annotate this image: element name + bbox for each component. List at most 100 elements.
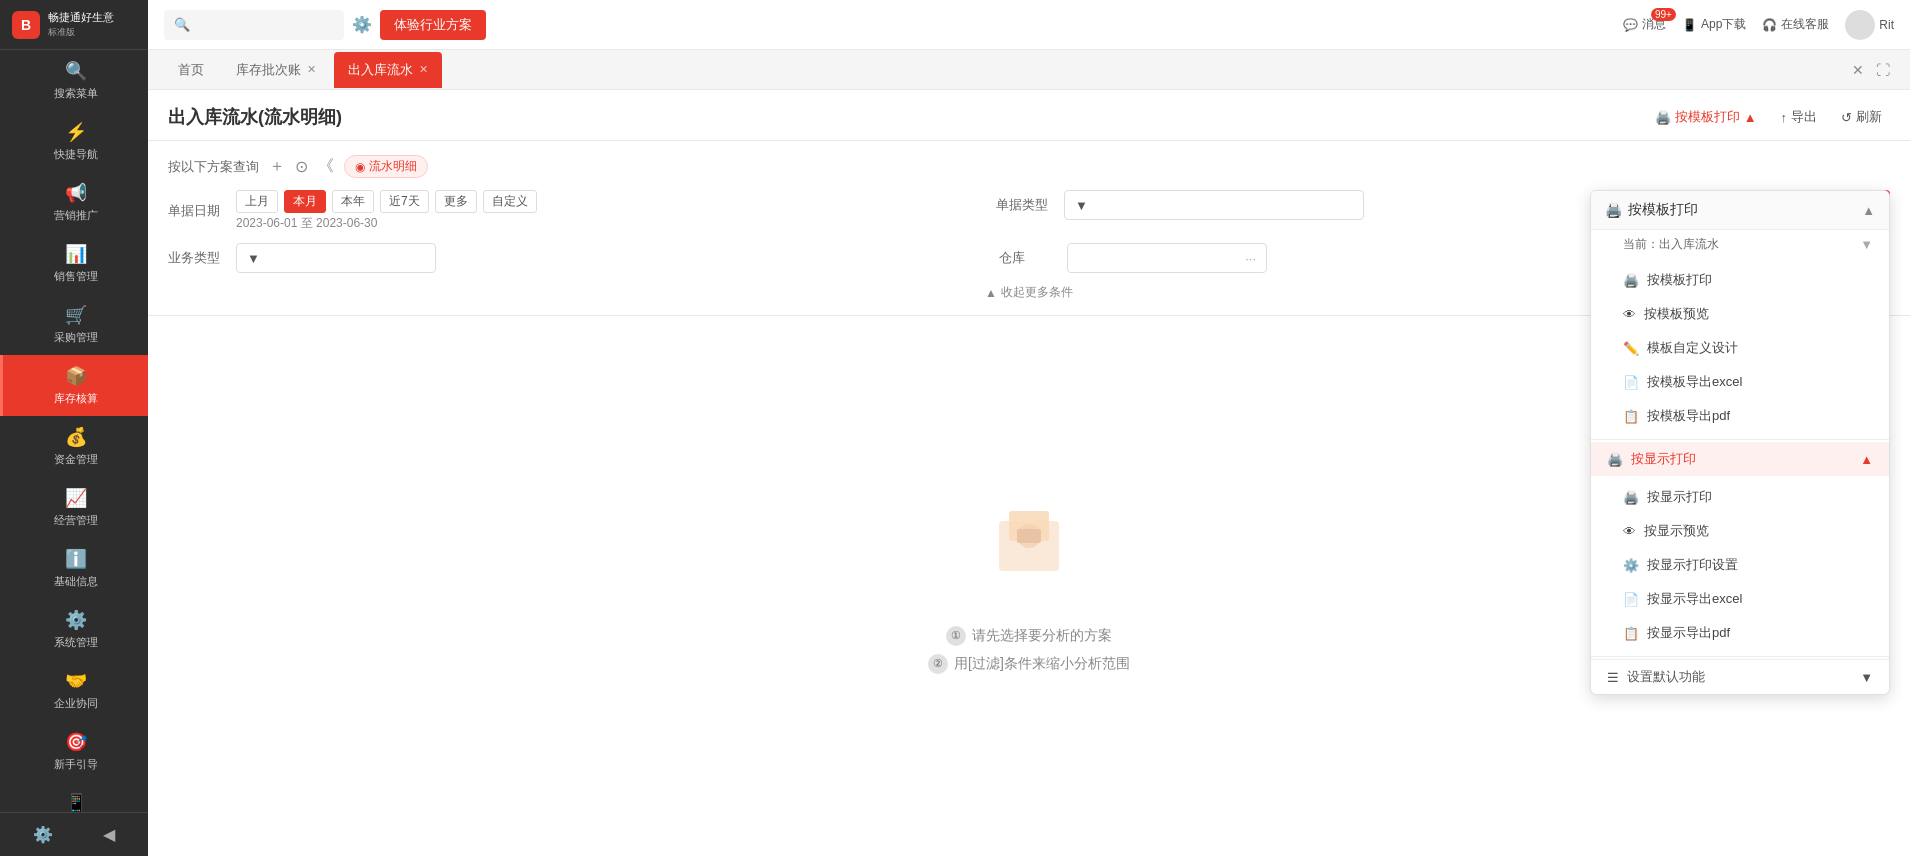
date-btn-7days[interactable]: 近7天 [380, 190, 429, 213]
app-download-item[interactable]: 📱 App下载 [1682, 16, 1746, 33]
dropdown-default-func[interactable]: ☰ 设置默认功能 ▼ [1591, 659, 1889, 694]
date-btn-custom[interactable]: 自定义 [483, 190, 537, 213]
biz-select[interactable]: ▼ [236, 243, 436, 273]
display-section-header[interactable]: 🖨️ 按显示打印 ▲ [1591, 442, 1889, 476]
sidebar-item-guide[interactable]: 🎯 新手引导 [0, 721, 148, 782]
filter-gear-button[interactable]: ⊙ [295, 157, 308, 176]
export-icon: ↑ [1781, 110, 1788, 125]
page-header-right: 🖨️ 按模板打印 ▲ ↑ 导出 ↺ 刷新 [1647, 104, 1890, 130]
tip-num-2: ② [928, 654, 948, 674]
tab-flow-close[interactable]: ✕ [419, 63, 428, 76]
display-section-icon: 🖨️ [1607, 452, 1623, 467]
sidebar-item-marketing[interactable]: 📢 营销推广 [0, 172, 148, 233]
export-button[interactable]: ↑ 导出 [1773, 104, 1826, 130]
display-pdf-item[interactable]: 📋 按显示导出pdf [1591, 616, 1889, 650]
sidebar-item-inventory[interactable]: 📦 库存核算 [0, 355, 148, 416]
collapse-sidebar-icon[interactable]: ◀ [103, 825, 115, 844]
sidebar-bottom: ⚙️ ◀ [0, 812, 148, 856]
sidebar-item-collab[interactable]: 🤝 企业协同 [0, 660, 148, 721]
collapse-label: 收起更多条件 [1001, 284, 1073, 301]
user-avatar-item[interactable]: Rit [1845, 10, 1894, 40]
sidebar-item-finance[interactable]: 💰 资金管理 [0, 416, 148, 477]
sidebar-scroll: 🔍 搜索菜单 ⚡ 快捷导航 📢 营销推广 📊 销售管理 🛒 采购管理 📦 库存核… [0, 50, 148, 812]
online-service-item[interactable]: 🎧 在线客服 [1762, 16, 1829, 33]
warehouse-label: 仓库 [999, 249, 1059, 267]
sidebar-item-sales[interactable]: 📊 销售管理 [0, 233, 148, 294]
finance-icon: 💰 [65, 426, 87, 448]
template-preview-icon: 👁 [1623, 307, 1636, 322]
main-area: 🔍 ⚙️ 体验行业方案 💬 消息 99+ 📱 App下载 🎧 在线客服 [148, 0, 1910, 856]
collapse-more-button[interactable]: ▲ 收起更多条件 [985, 284, 1073, 301]
sidebar-item-search[interactable]: 🔍 搜索菜单 [0, 50, 148, 111]
display-preview-item[interactable]: 👁 按显示预览 [1591, 514, 1889, 548]
tab-expand-button[interactable]: ⛶ [1872, 58, 1894, 82]
template-pdf-item[interactable]: 📋 按模板导出pdf [1591, 399, 1889, 433]
template-print-item[interactable]: 🖨️ 按模板打印 [1591, 263, 1889, 297]
sidebar-label-collab: 企业协同 [54, 696, 98, 711]
template-excel-item[interactable]: 📄 按模板导出excel [1591, 365, 1889, 399]
refresh-icon: ↺ [1841, 110, 1852, 125]
refresh-button[interactable]: ↺ 刷新 [1833, 104, 1890, 130]
sidebar-item-app-center[interactable]: 📱 应用中心 [0, 782, 148, 812]
settings-gear-icon[interactable]: ⚙️ [352, 15, 372, 34]
sidebar-label-operations: 经营管理 [54, 513, 98, 528]
search-input[interactable] [196, 18, 326, 32]
tab-batch-close[interactable]: ✕ [307, 63, 316, 76]
display-print-item[interactable]: 🖨️ 按显示打印 [1591, 480, 1889, 514]
sidebar-item-operations[interactable]: 📈 经营管理 [0, 477, 148, 538]
settings-bottom-icon[interactable]: ⚙️ [33, 825, 53, 844]
biz-label: 业务类型 [168, 249, 228, 267]
filter-header: 按以下方案查询 ＋ ⊙ 《 ◉ 流水明细 [168, 155, 1890, 178]
dropdown-section-2: 🖨️ 按显示打印 👁 按显示预览 ⚙️ 按显示打印设置 📄 按显示导出excel… [1591, 476, 1889, 654]
filter-add-button[interactable]: ＋ [269, 156, 285, 177]
tabbar: 首页 库存批次账 ✕ 出入库流水 ✕ ✕ ⛶ [148, 50, 1910, 90]
app-download-icon: 📱 [1682, 18, 1697, 32]
flow-detail-icon: ◉ [355, 160, 365, 174]
template-pdf-icon: 📋 [1623, 409, 1639, 424]
sidebar-item-system[interactable]: ⚙️ 系统管理 [0, 599, 148, 660]
template-preview-item[interactable]: 👁 按模板预览 [1591, 297, 1889, 331]
filter-collapse-button[interactable]: 《 [318, 156, 334, 177]
type-select[interactable]: ▼ [1064, 190, 1364, 220]
date-btn-this-year[interactable]: 本年 [332, 190, 374, 213]
tab-batch[interactable]: 库存批次账 ✕ [222, 52, 330, 88]
sidebar-label-search: 搜索菜单 [54, 86, 98, 101]
display-print-icon: 🖨️ [1623, 490, 1639, 505]
flow-detail-tag[interactable]: ◉ 流水明细 [344, 155, 428, 178]
topbar-left: 🔍 ⚙️ 体验行业方案 [164, 10, 486, 40]
template-custom-label: 模板自定义设计 [1647, 339, 1738, 357]
date-btn-prev-month[interactable]: 上月 [236, 190, 278, 213]
marketing-icon: 📢 [65, 182, 87, 204]
display-settings-item[interactable]: ⚙️ 按显示打印设置 [1591, 548, 1889, 582]
default-func-arrow: ▼ [1860, 670, 1873, 685]
sidebar-item-basic-info[interactable]: ℹ️ 基础信息 [0, 538, 148, 599]
tab-close-all-button[interactable]: ✕ [1848, 58, 1868, 82]
headset-icon: 🎧 [1762, 18, 1777, 32]
sidebar-logo: B 畅捷通好生意 标准版 [0, 0, 148, 50]
filter-biz-item: 业务类型 ▼ [168, 243, 979, 273]
search-icon: 🔍 [65, 60, 87, 82]
dropdown-close-icon[interactable]: ▲ [1862, 203, 1875, 218]
tab-home[interactable]: 首页 [164, 52, 218, 88]
tab-flow[interactable]: 出入库流水 ✕ [334, 52, 442, 88]
trial-button[interactable]: 体验行业方案 [380, 10, 486, 40]
display-excel-item[interactable]: 📄 按显示导出excel [1591, 582, 1889, 616]
display-preview-label: 按显示预览 [1644, 522, 1709, 540]
date-label: 单据日期 [168, 202, 228, 220]
sidebar-item-purchase[interactable]: 🛒 采购管理 [0, 294, 148, 355]
template-print-icon: 🖨️ [1623, 273, 1639, 288]
date-btn-this-month[interactable]: 本月 [284, 190, 326, 213]
template-custom-icon: ✏️ [1623, 341, 1639, 356]
search-box[interactable]: 🔍 [164, 10, 344, 40]
date-range: 2023-06-01 至 2023-06-30 [236, 215, 537, 232]
sidebar: B 畅捷通好生意 标准版 🔍 搜索菜单 ⚡ 快捷导航 📢 营销推广 📊 销售管理… [0, 0, 148, 856]
display-pdf-label: 按显示导出pdf [1647, 624, 1730, 642]
quick-nav-icon: ⚡ [65, 121, 87, 143]
message-item[interactable]: 💬 消息 99+ [1623, 16, 1666, 33]
template-custom-item[interactable]: ✏️ 模板自定义设计 [1591, 331, 1889, 365]
print-button[interactable]: 🖨️ 按模板打印 ▲ [1647, 104, 1765, 130]
warehouse-input[interactable]: ··· [1067, 243, 1267, 273]
date-btn-more[interactable]: 更多 [435, 190, 477, 213]
dropdown-section-1: 🖨️ 按模板打印 👁 按模板预览 ✏️ 模板自定义设计 📄 按模板导出excel… [1591, 259, 1889, 437]
sidebar-item-quick-nav[interactable]: ⚡ 快捷导航 [0, 111, 148, 172]
